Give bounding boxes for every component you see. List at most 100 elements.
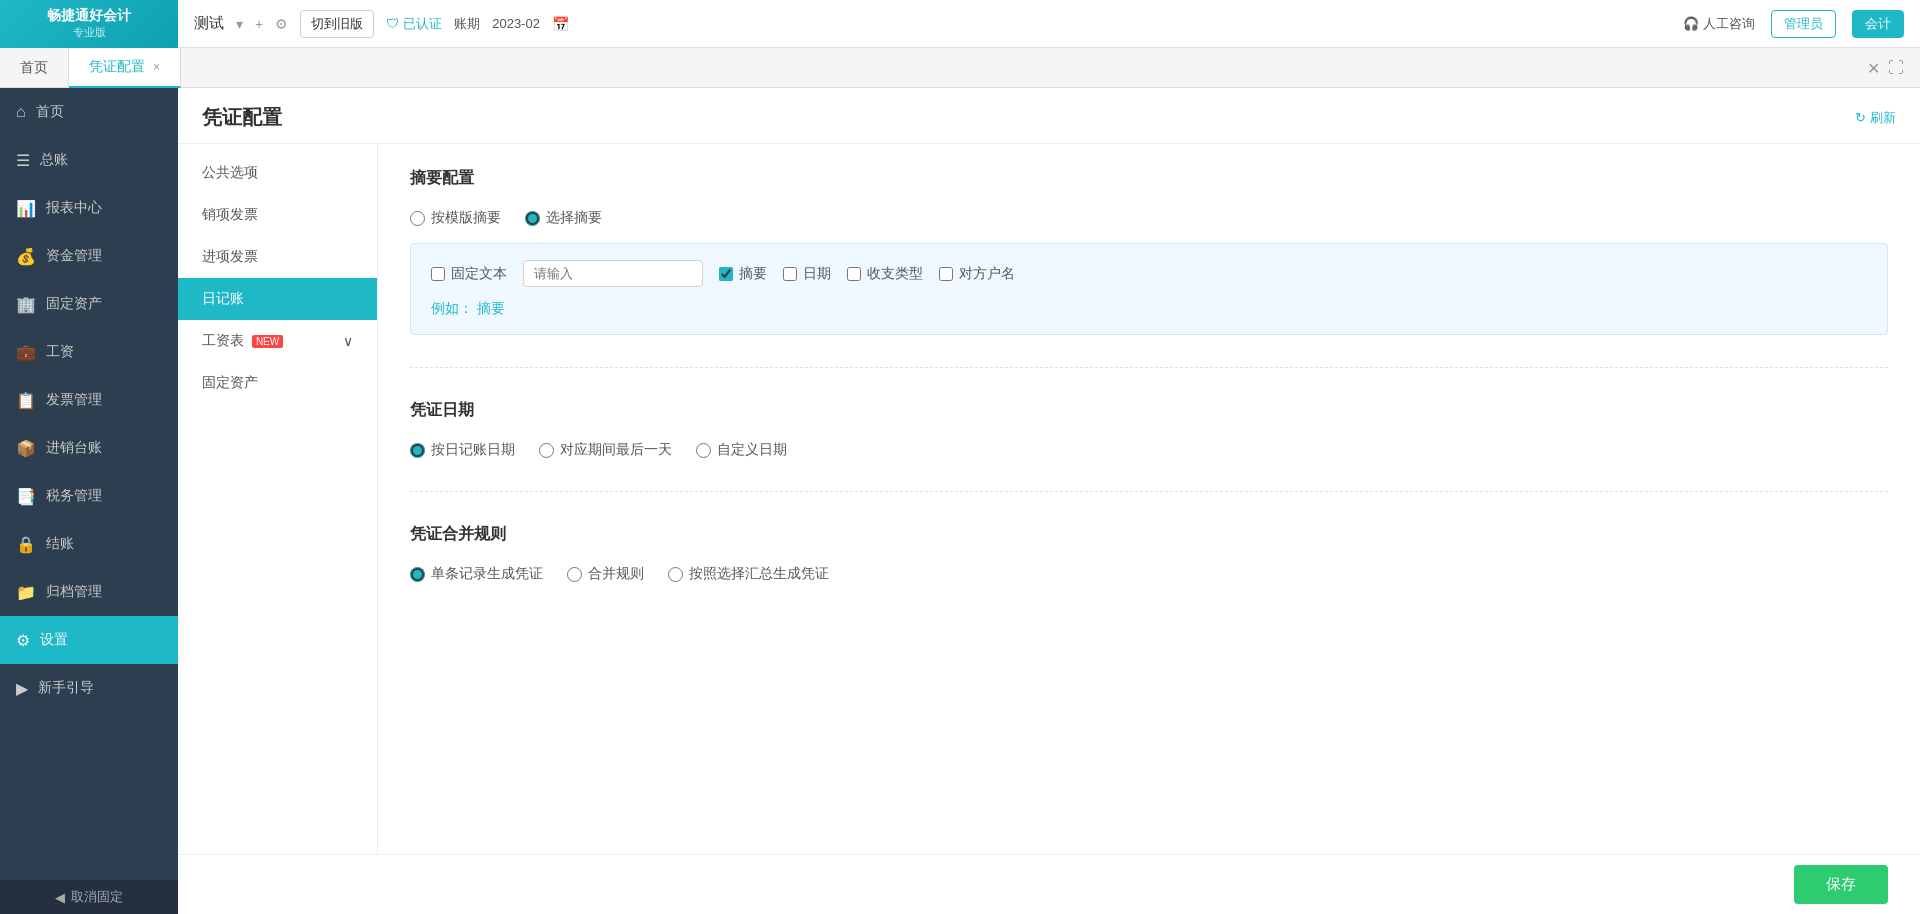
sidebar-item-fixed-assets[interactable]: 🏢 固定资产 — [0, 280, 178, 328]
left-nav-sales-invoice[interactable]: 销项发票 — [178, 194, 377, 236]
summary-option2-label[interactable]: 选择摘要 — [525, 209, 602, 227]
left-nav-journal[interactable]: 日记账 — [178, 278, 377, 320]
left-nav-payroll[interactable]: 工资表 NEW ∨ — [178, 320, 377, 362]
sidebar-item-ledger[interactable]: ☰ 总账 — [0, 136, 178, 184]
sidebar-item-label: 总账 — [40, 151, 68, 169]
period-value: 2023-02 — [492, 16, 540, 31]
left-nav-sales-invoice-label: 销项发票 — [202, 206, 258, 222]
summary-section: 摘要配置 按模版摘要 选择摘要 — [410, 168, 1888, 368]
summary-option2-text: 选择摘要 — [546, 209, 602, 227]
merge-option2-label[interactable]: 合并规则 — [567, 565, 644, 583]
sidebar-scroll: ⌂ 首页 ☰ 总账 📊 报表中心 💰 资金管理 🏢 固定资产 💼 工资 — [0, 88, 178, 880]
fullscreen-icon[interactable]: ⛶ — [1888, 58, 1904, 77]
left-nav-fixed-assets[interactable]: 固定资产 — [178, 362, 377, 404]
counterpart-checkbox[interactable] — [939, 267, 953, 281]
calendar-icon[interactable]: 📅 — [552, 16, 569, 32]
income-type-label[interactable]: 收支类型 — [847, 265, 923, 283]
refresh-button[interactable]: ↻ 刷新 — [1855, 109, 1896, 127]
date-option3-text: 自定义日期 — [717, 441, 787, 459]
left-nav-payroll-label: 工资表 NEW — [202, 332, 283, 350]
date-option1-label[interactable]: 按日记账日期 — [410, 441, 515, 459]
date-text: 日期 — [803, 265, 831, 283]
tab-home-label: 首页 — [20, 59, 48, 77]
left-nav-public[interactable]: 公共选项 — [178, 152, 377, 194]
example-row: 例如： 摘要 — [431, 299, 1867, 318]
guide-icon: ▶ — [16, 679, 28, 698]
save-button[interactable]: 保存 — [1794, 865, 1888, 904]
sidebar-item-salary[interactable]: 💼 工资 — [0, 328, 178, 376]
merge-radio-group: 单条记录生成凭证 合并规则 按照选择汇总生成凭证 — [410, 565, 1888, 583]
left-nav-purchase-invoice[interactable]: 进项发票 — [178, 236, 377, 278]
income-type-text: 收支类型 — [867, 265, 923, 283]
sidebar-item-label: 固定资产 — [46, 295, 102, 313]
sidebar-item-closing[interactable]: 🔒 结账 — [0, 520, 178, 568]
sidebar-item-label: 设置 — [40, 631, 68, 649]
fixed-assets-icon: 🏢 — [16, 295, 36, 314]
tab-voucher-config-label: 凭证配置 — [89, 58, 145, 76]
consult-button[interactable]: 🎧 人工咨询 — [1683, 15, 1755, 33]
counterpart-label[interactable]: 对方户名 — [939, 265, 1015, 283]
close-window-icon[interactable]: ✕ — [1867, 58, 1880, 77]
sidebar-item-home[interactable]: ⌂ 首页 — [0, 88, 178, 136]
summary-option1-label[interactable]: 按模版摘要 — [410, 209, 501, 227]
capital-icon: 💰 — [16, 247, 36, 266]
tab-bar: 首页 凭证配置 × ✕ ⛶ — [0, 48, 1920, 88]
sidebar-item-guide[interactable]: ▶ 新手引导 — [0, 664, 178, 712]
tab-home[interactable]: 首页 — [0, 48, 69, 88]
merge-option3-label[interactable]: 按照选择汇总生成凭证 — [668, 565, 829, 583]
date-option3-radio[interactable] — [696, 443, 711, 458]
dropdown-icon[interactable]: ▾ — [236, 16, 243, 32]
main-layout: ⌂ 首页 ☰ 总账 📊 报表中心 💰 资金管理 🏢 固定资产 💼 工资 — [0, 88, 1920, 914]
report-icon: 📊 — [16, 199, 36, 218]
abstract-label[interactable]: 摘要 — [719, 265, 767, 283]
date-option2-label[interactable]: 对应期间最后一天 — [539, 441, 672, 459]
date-option2-radio[interactable] — [539, 443, 554, 458]
tab-close-icon[interactable]: × — [153, 60, 160, 74]
sidebar-item-tax[interactable]: 📑 税务管理 — [0, 472, 178, 520]
sidebar-item-label: 结账 — [46, 535, 74, 553]
summary-options-row: 固定文本 摘要 日期 — [431, 260, 1867, 287]
left-nav-public-label: 公共选项 — [202, 164, 258, 180]
sidebar-item-settings[interactable]: ⚙ 设置 — [0, 616, 178, 664]
fixed-text-checkbox[interactable] — [431, 267, 445, 281]
fixed-text-text: 固定文本 — [451, 265, 507, 283]
date-title: 凭证日期 — [410, 400, 1888, 421]
left-nav: 公共选项 销项发票 进项发票 日记账 工资表 NEW ∨ — [178, 144, 378, 854]
sidebar-item-label: 工资 — [46, 343, 74, 361]
archive-icon: 📁 — [16, 583, 36, 602]
merge-option1-radio[interactable] — [410, 567, 425, 582]
sidebar-item-report[interactable]: 📊 报表中心 — [0, 184, 178, 232]
date-label[interactable]: 日期 — [783, 265, 831, 283]
fixed-text-label[interactable]: 固定文本 — [431, 265, 507, 283]
left-nav-purchase-invoice-label: 进项发票 — [202, 248, 258, 264]
settings-header-icon[interactable]: ⚙ — [275, 16, 288, 32]
cancel-fixed-button[interactable]: ◀ 取消固定 — [0, 880, 178, 914]
sidebar-item-archive[interactable]: 📁 归档管理 — [0, 568, 178, 616]
ledger-icon: ☰ — [16, 151, 30, 170]
merge-option2-radio[interactable] — [567, 567, 582, 582]
income-type-checkbox[interactable] — [847, 267, 861, 281]
summary-option1-radio[interactable] — [410, 211, 425, 226]
admin-button[interactable]: 管理员 — [1771, 10, 1836, 38]
sidebar-item-capital[interactable]: 💰 资金管理 — [0, 232, 178, 280]
fixed-text-input[interactable] — [523, 260, 703, 287]
sidebar-item-invoice-mgr[interactable]: 📋 发票管理 — [0, 376, 178, 424]
date-option3-label[interactable]: 自定义日期 — [696, 441, 787, 459]
invoice-mgr-icon: 📋 — [16, 391, 36, 410]
accountant-button[interactable]: 会计 — [1852, 10, 1904, 38]
merge-option3-radio[interactable] — [668, 567, 683, 582]
add-icon[interactable]: + — [255, 16, 263, 32]
certified-badge: 🛡 已认证 — [386, 15, 442, 33]
summary-option2-radio[interactable] — [525, 211, 540, 226]
date-checkbox[interactable] — [783, 267, 797, 281]
tab-voucher-config[interactable]: 凭证配置 × — [69, 48, 181, 88]
example-value: 摘要 — [477, 300, 505, 316]
date-option1-radio[interactable] — [410, 443, 425, 458]
left-nav-journal-label: 日记账 — [202, 290, 244, 306]
merge-option2-text: 合并规则 — [588, 565, 644, 583]
sidebar-item-label: 报表中心 — [46, 199, 102, 217]
switch-version-button[interactable]: 切到旧版 — [300, 10, 374, 38]
merge-option1-label[interactable]: 单条记录生成凭证 — [410, 565, 543, 583]
sidebar-item-purchase-sales[interactable]: 📦 进销台账 — [0, 424, 178, 472]
abstract-checkbox[interactable] — [719, 267, 733, 281]
